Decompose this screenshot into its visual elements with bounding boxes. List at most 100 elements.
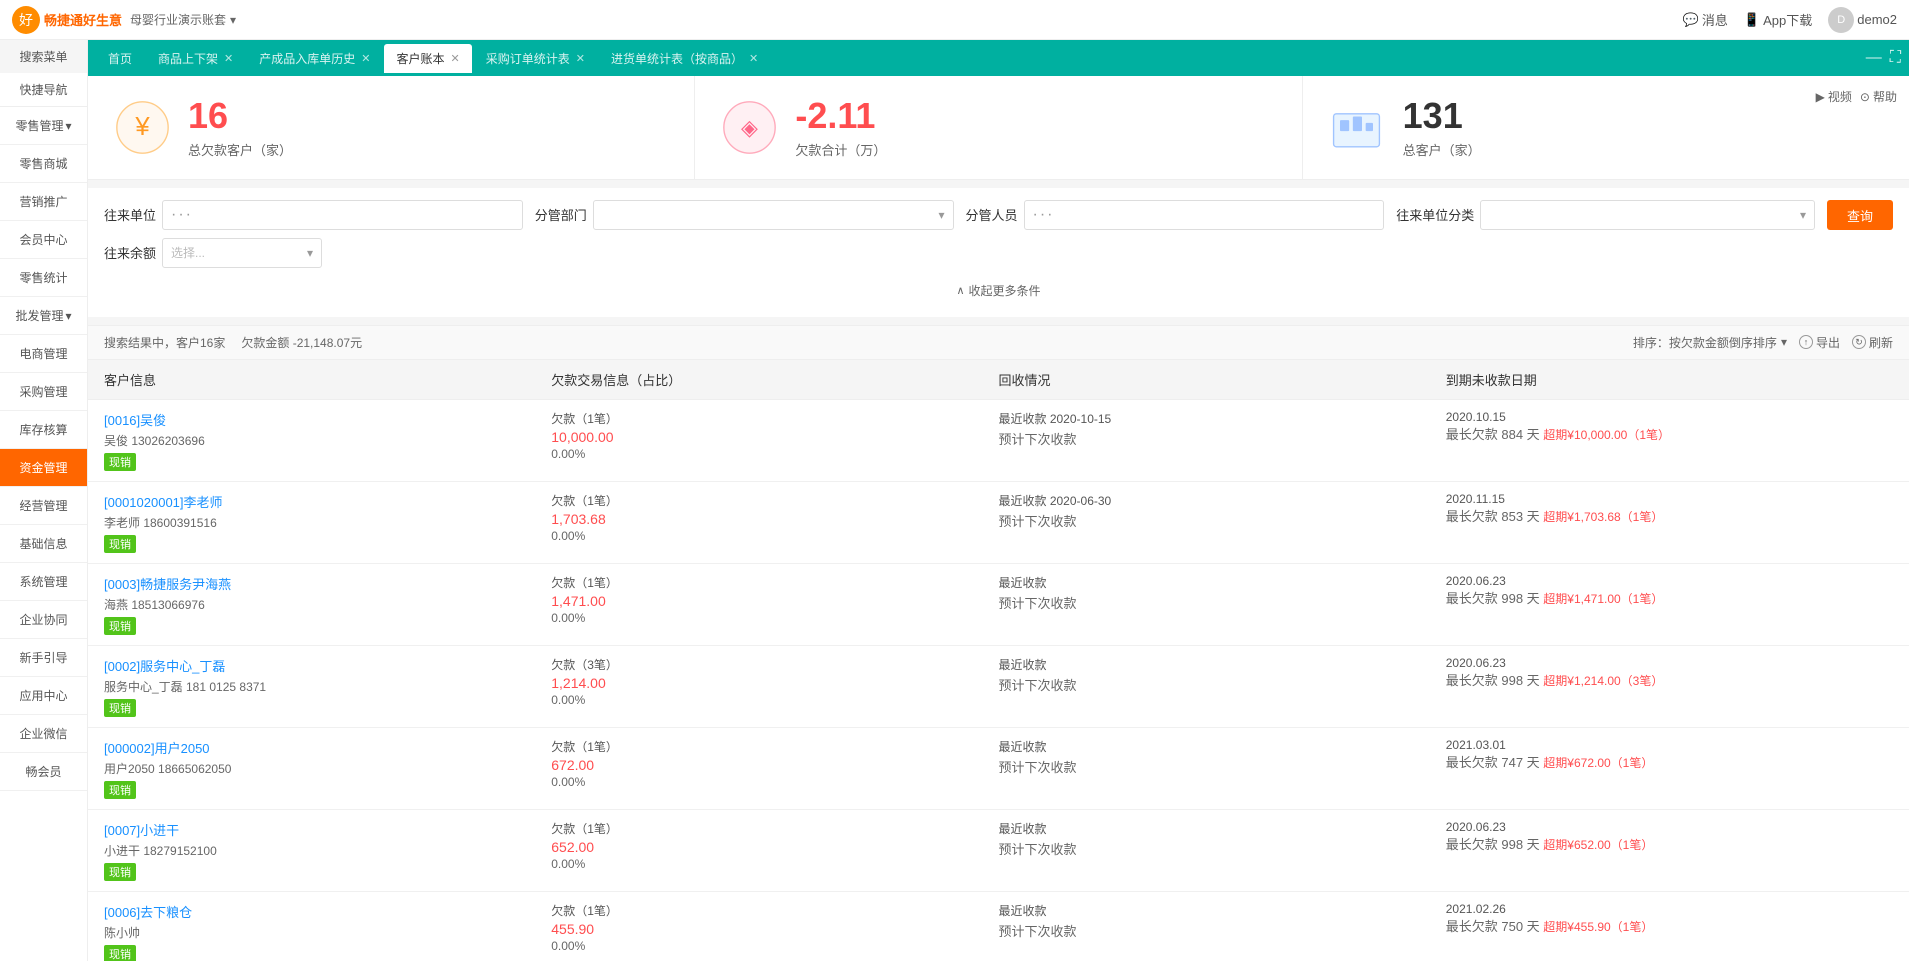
- balance-placeholder: 选择...: [171, 244, 205, 261]
- customer-name-4[interactable]: [000002]用户2050: [104, 738, 551, 757]
- source-unit-label: 往来单位: [104, 205, 156, 224]
- sidebar-item-purchase[interactable]: 采购管理: [0, 373, 87, 411]
- customer-name-6[interactable]: [0006]去下粮仓: [104, 902, 551, 921]
- person-input[interactable]: ···: [1024, 200, 1385, 230]
- sidebar: 搜索菜单 快捷导航 零售管理 ▾ 零售商城 营销推广 会员中心 零售统计 批发管…: [0, 40, 88, 961]
- view-video-btn[interactable]: ▶ 视频: [1816, 88, 1852, 105]
- overdue-cell-0: 2020.10.15 最长欠款 884 天 超期¥10,000.00（1笔）: [1446, 410, 1893, 443]
- sidebar-item-basic[interactable]: 基础信息: [0, 525, 87, 563]
- tab-close-customer-account[interactable]: ✕: [451, 52, 460, 65]
- col-header-debt: 欠款交易信息（占比）: [551, 370, 998, 389]
- unit-category-select[interactable]: ▾: [1480, 200, 1815, 230]
- sidebar-item-retail-stats[interactable]: 零售统计: [0, 259, 87, 297]
- industry-selector[interactable]: 母婴行业演示账套 ▾: [130, 11, 236, 28]
- sidebar-item-batch-mgmt[interactable]: 批发管理 ▾: [0, 297, 87, 335]
- download-btn[interactable]: 📱 App下载: [1744, 10, 1812, 29]
- overdue-link-3[interactable]: 超期¥1,214.00（3笔）: [1543, 674, 1663, 688]
- collapse-btn[interactable]: ∧ 收起更多条件: [104, 276, 1893, 305]
- tab-home[interactable]: 首页: [96, 44, 144, 73]
- sidebar-search[interactable]: 搜索菜单: [0, 40, 87, 73]
- sidebar-item-members[interactable]: 会员中心: [0, 221, 87, 259]
- tab-product-shelf[interactable]: 商品上下架 ✕: [146, 44, 245, 73]
- sidebar-item-vip[interactable]: 畅会员: [0, 753, 87, 791]
- app-name: 畅捷通好生意: [44, 10, 122, 29]
- sort-select[interactable]: 排序：按欠款金额倒序排序 ▾: [1633, 334, 1787, 351]
- debt-amount-5: 652.00: [551, 839, 998, 855]
- tab-close-product-history[interactable]: ✕: [361, 52, 370, 65]
- overdue-cell-2: 2020.06.23 最长欠款 998 天 超期¥1,471.00（1笔）: [1446, 574, 1893, 607]
- collection-cell-1: 最近收款 2020-06-30 预计下次收款: [999, 492, 1446, 530]
- customer-name-0[interactable]: [0016]吴俊: [104, 410, 551, 429]
- debt-cell-2: 欠款（1笔） 1,471.00 0.00%: [551, 574, 998, 625]
- due-date-3: 2020.06.23: [1446, 656, 1893, 670]
- customer-name-1[interactable]: [0001020001]李老师: [104, 492, 551, 511]
- sidebar-item-appcenter[interactable]: 应用中心: [0, 677, 87, 715]
- export-icon: ↑: [1799, 335, 1813, 349]
- sidebar-item-enterprise[interactable]: 企业协同: [0, 601, 87, 639]
- customer-tag-0: 现销: [104, 453, 136, 471]
- sidebar-item-inventory[interactable]: 库存核算: [0, 411, 87, 449]
- customer-tag-4: 现销: [104, 781, 136, 799]
- sidebar-item-ops[interactable]: 经营管理: [0, 487, 87, 525]
- sidebar-item-enterprise-wx[interactable]: 企业微信: [0, 715, 87, 753]
- next-collect-3: 预计下次收款: [999, 675, 1446, 694]
- filter-area: 往来单位 ··· 分管部门 ▾: [88, 188, 1909, 317]
- top-bar-right: 💬 消息 📱 App下载 D demo2: [1683, 7, 1897, 33]
- overdue-link-2[interactable]: 超期¥1,471.00（1笔）: [1543, 592, 1663, 606]
- tab-close-purchase-stats[interactable]: ✕: [576, 52, 585, 65]
- sidebar-item-finance[interactable]: 资金管理: [0, 449, 87, 487]
- tab-product-history[interactable]: 产成品入库单历史 ✕: [247, 44, 382, 73]
- dept-arrow: ▾: [938, 208, 944, 222]
- customer-name-2[interactable]: [0003]畅捷服务尹海燕: [104, 574, 551, 593]
- balance-select[interactable]: 选择... ▾: [162, 238, 322, 268]
- overdue-days-3: 最长欠款 998 天 超期¥1,214.00（3笔）: [1446, 670, 1893, 689]
- refresh-btn[interactable]: ↻ 刷新: [1852, 334, 1893, 351]
- filter-row-1: 往来单位 ··· 分管部门 ▾: [104, 200, 1893, 230]
- content-area: 首页 商品上下架 ✕ 产成品入库单历史 ✕ 客户账本 ✕ 采购订单统计表 ✕: [88, 40, 1909, 961]
- message-btn[interactable]: 💬 消息: [1683, 10, 1728, 29]
- tab-purchase-stats[interactable]: 采购订单统计表 ✕: [474, 44, 597, 73]
- tab-expand-btn[interactable]: ⛶: [1890, 49, 1901, 67]
- tab-collapse-btn[interactable]: —: [1866, 49, 1882, 67]
- overdue-link-6[interactable]: 超期¥455.90（1笔）: [1543, 920, 1653, 934]
- last-collect-6: 最近收款: [999, 902, 1446, 919]
- debt-ratio-4: 0.00%: [551, 775, 998, 789]
- sidebar-item-ecom[interactable]: 电商管理: [0, 335, 87, 373]
- due-date-4: 2021.03.01: [1446, 738, 1893, 752]
- sidebar-quick-nav[interactable]: 快捷导航: [0, 73, 87, 107]
- customer-info-2: 海燕 18513066976: [104, 596, 551, 613]
- overdue-link-5[interactable]: 超期¥652.00（1笔）: [1543, 838, 1653, 852]
- search-btn[interactable]: 查询: [1827, 200, 1893, 230]
- overdue-cell-3: 2020.06.23 最长欠款 998 天 超期¥1,214.00（3笔）: [1446, 656, 1893, 689]
- next-collect-4: 预计下次收款: [999, 757, 1446, 776]
- tab-inbound-stats[interactable]: 进货单统计表（按商品） ✕: [599, 44, 770, 73]
- app-container: 好 畅捷通好生意 母婴行业演示账套 ▾ 💬 消息 📱 App下载 D demo2: [0, 0, 1909, 961]
- user-menu[interactable]: D demo2: [1828, 7, 1897, 33]
- filter-unit-category: 往来单位分类 ▾: [1396, 200, 1815, 230]
- debt-amount-6: 455.90: [551, 921, 998, 937]
- customer-info-1: 李老师 18600391516: [104, 514, 551, 531]
- due-date-0: 2020.10.15: [1446, 410, 1893, 424]
- tab-customer-account[interactable]: 客户账本 ✕: [384, 44, 471, 73]
- dept-label: 分管部门: [535, 205, 587, 224]
- tab-close-product-shelf[interactable]: ✕: [224, 52, 233, 65]
- overdue-link-0[interactable]: 超期¥10,000.00（1笔）: [1543, 428, 1670, 442]
- sidebar-item-retail-mgmt[interactable]: 零售管理 ▾: [0, 107, 87, 145]
- overdue-link-1[interactable]: 超期¥1,703.68（1笔）: [1543, 510, 1663, 524]
- overdue-link-4[interactable]: 超期¥672.00（1笔）: [1543, 756, 1653, 770]
- sidebar-item-marketing[interactable]: 营销推广: [0, 183, 87, 221]
- tab-close-inbound-stats[interactable]: ✕: [749, 52, 758, 65]
- results-info: 搜索结果中，客户16家 欠款金额 -21,148.07元: [104, 334, 362, 351]
- stat-label-total-customers: 总客户（家）: [1403, 140, 1481, 159]
- unit-category-label: 往来单位分类: [1396, 205, 1474, 224]
- export-btn[interactable]: ↑ 导出: [1799, 334, 1840, 351]
- source-unit-input[interactable]: ···: [162, 200, 523, 230]
- dept-select[interactable]: ▾: [593, 200, 954, 230]
- customer-name-5[interactable]: [0007]小进干: [104, 820, 551, 839]
- customer-name-3[interactable]: [0002]服务中心_丁磊: [104, 656, 551, 675]
- debt-label-4: 欠款（1笔）: [551, 738, 998, 755]
- help-btn[interactable]: ⊙ 帮助: [1860, 88, 1897, 105]
- sidebar-item-retail-mall[interactable]: 零售商城: [0, 145, 87, 183]
- sidebar-item-guide[interactable]: 新手引导: [0, 639, 87, 677]
- sidebar-item-system[interactable]: 系统管理: [0, 563, 87, 601]
